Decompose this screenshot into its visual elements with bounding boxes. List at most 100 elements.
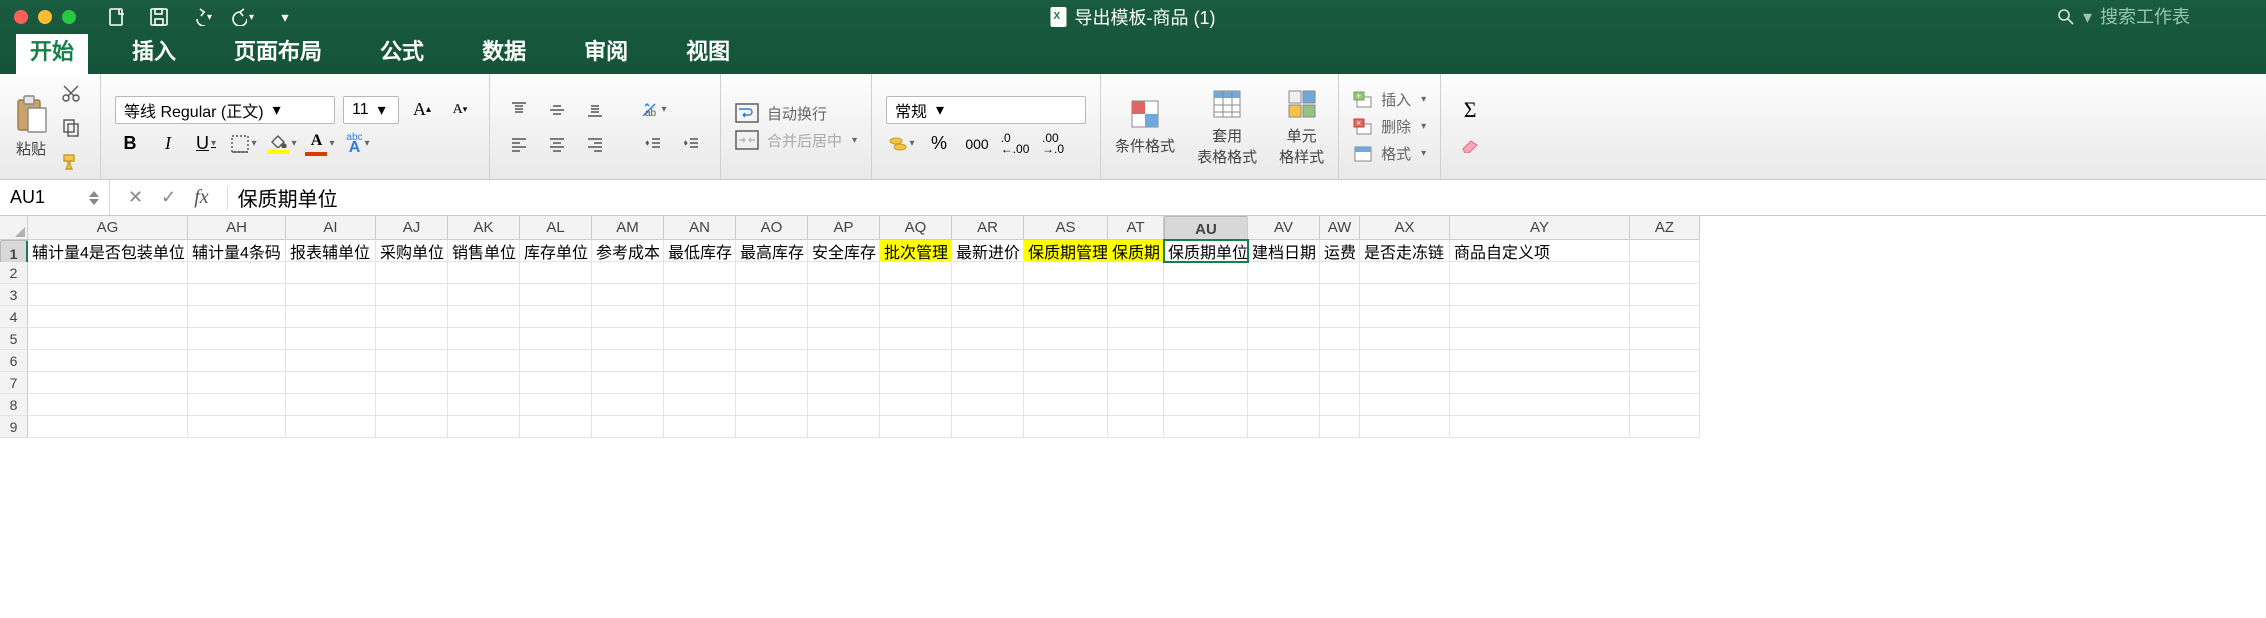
cell-AT3[interactable] [1108, 284, 1164, 306]
cell-AR3[interactable] [952, 284, 1024, 306]
cell-AW7[interactable] [1320, 372, 1360, 394]
cell-AW4[interactable] [1320, 306, 1360, 328]
cell-AG8[interactable] [28, 394, 188, 416]
cell-AZ6[interactable] [1630, 350, 1700, 372]
cell-AL6[interactable] [520, 350, 592, 372]
cell-AR9[interactable] [952, 416, 1024, 438]
cell-AJ3[interactable] [376, 284, 448, 306]
cell-AW6[interactable] [1320, 350, 1360, 372]
cell-AV7[interactable] [1248, 372, 1320, 394]
undo-button[interactable]: ▾ [190, 6, 212, 28]
align-bottom-button[interactable] [580, 96, 610, 124]
cell-AN5[interactable] [664, 328, 736, 350]
cell-AM9[interactable] [592, 416, 664, 438]
bold-button[interactable]: B [115, 130, 145, 158]
cell-AQ4[interactable] [880, 306, 952, 328]
cell-AX7[interactable] [1360, 372, 1450, 394]
cell-AJ7[interactable] [376, 372, 448, 394]
cell-AZ3[interactable] [1630, 284, 1700, 306]
cell-AV2[interactable] [1248, 262, 1320, 284]
decrease-decimal-button[interactable]: .00→.0 [1038, 130, 1068, 158]
cell-AU9[interactable] [1164, 416, 1248, 438]
cell-AO8[interactable] [736, 394, 808, 416]
cut-button[interactable] [56, 79, 86, 107]
cell-AZ5[interactable] [1630, 328, 1700, 350]
format-painter-button[interactable] [56, 147, 86, 175]
cell-AR5[interactable] [952, 328, 1024, 350]
cell-AG1[interactable]: 辅计量4是否包装单位 [28, 240, 188, 262]
cell-AT9[interactable] [1108, 416, 1164, 438]
cell-AI9[interactable] [286, 416, 376, 438]
border-button[interactable]: ▾ [229, 130, 259, 158]
column-header-AK[interactable]: AK [448, 216, 520, 240]
cell-AX1[interactable]: 是否走冻链 [1360, 240, 1450, 262]
cell-AV3[interactable] [1248, 284, 1320, 306]
cell-AO1[interactable]: 最高库存 [736, 240, 808, 262]
cell-AG4[interactable] [28, 306, 188, 328]
file-icon[interactable] [106, 6, 128, 28]
search-input[interactable] [2100, 7, 2240, 28]
cell-AM4[interactable] [592, 306, 664, 328]
cell-AN4[interactable] [664, 306, 736, 328]
cell-AN7[interactable] [664, 372, 736, 394]
row-header-5[interactable]: 5 [0, 328, 28, 350]
cell-AN1[interactable]: 最低库存 [664, 240, 736, 262]
cell-AX3[interactable] [1360, 284, 1450, 306]
cell-AO4[interactable] [736, 306, 808, 328]
cell-AZ4[interactable] [1630, 306, 1700, 328]
cell-AT4[interactable] [1108, 306, 1164, 328]
cell-AS1[interactable]: 保质期管理 [1024, 240, 1108, 262]
fx-button[interactable]: fx [194, 186, 208, 209]
tab-6[interactable]: 视图 [672, 28, 744, 74]
cell-AL8[interactable] [520, 394, 592, 416]
cell-AW1[interactable]: 运费 [1320, 240, 1360, 262]
column-header-AM[interactable]: AM [592, 216, 664, 240]
tab-2[interactable]: 页面布局 [220, 28, 336, 74]
number-format-select[interactable]: 常规▾ [886, 96, 1086, 124]
cell-AP2[interactable] [808, 262, 880, 284]
column-header-AQ[interactable]: AQ [880, 216, 952, 240]
cell-AJ2[interactable] [376, 262, 448, 284]
cell-AH4[interactable] [188, 306, 286, 328]
merge-center-button[interactable]: 合并后居中▾ [735, 130, 857, 151]
cell-AP1[interactable]: 安全库存 [808, 240, 880, 262]
column-header-AH[interactable]: AH [188, 216, 286, 240]
minimize-window-button[interactable] [38, 10, 52, 24]
cell-AU5[interactable] [1164, 328, 1248, 350]
cell-AL2[interactable] [520, 262, 592, 284]
cell-AX6[interactable] [1360, 350, 1450, 372]
cell-AV5[interactable] [1248, 328, 1320, 350]
cell-AH1[interactable]: 辅计量4条码 [188, 240, 286, 262]
decrease-font-button[interactable]: A▾ [445, 96, 475, 124]
cell-AR2[interactable] [952, 262, 1024, 284]
cell-AP8[interactable] [808, 394, 880, 416]
cell-AQ7[interactable] [880, 372, 952, 394]
autosum-button[interactable]: Σ [1455, 96, 1485, 124]
copy-button[interactable] [56, 113, 86, 141]
cell-AK2[interactable] [448, 262, 520, 284]
cell-AH5[interactable] [188, 328, 286, 350]
cell-AK5[interactable] [448, 328, 520, 350]
cell-AW8[interactable] [1320, 394, 1360, 416]
row-header-9[interactable]: 9 [0, 416, 28, 438]
cell-AK8[interactable] [448, 394, 520, 416]
cell-AO9[interactable] [736, 416, 808, 438]
cell-AX8[interactable] [1360, 394, 1450, 416]
column-header-AX[interactable]: AX [1360, 216, 1450, 240]
cell-AS7[interactable] [1024, 372, 1108, 394]
font-name-select[interactable]: 等线 Regular (正文)▾ [115, 96, 335, 124]
cell-AH3[interactable] [188, 284, 286, 306]
cell-AP6[interactable] [808, 350, 880, 372]
tab-3[interactable]: 公式 [366, 28, 438, 74]
fill-color-button[interactable]: ▾ [267, 130, 297, 158]
cell-AH9[interactable] [188, 416, 286, 438]
fullscreen-window-button[interactable] [62, 10, 76, 24]
cell-styles-button[interactable]: 单元 格样式 [1279, 87, 1324, 167]
cell-AW5[interactable] [1320, 328, 1360, 350]
cell-AZ7[interactable] [1630, 372, 1700, 394]
insert-cells-button[interactable]: +插入▾ [1353, 89, 1426, 110]
cell-AX5[interactable] [1360, 328, 1450, 350]
cell-AH7[interactable] [188, 372, 286, 394]
cell-AJ5[interactable] [376, 328, 448, 350]
cell-AM5[interactable] [592, 328, 664, 350]
